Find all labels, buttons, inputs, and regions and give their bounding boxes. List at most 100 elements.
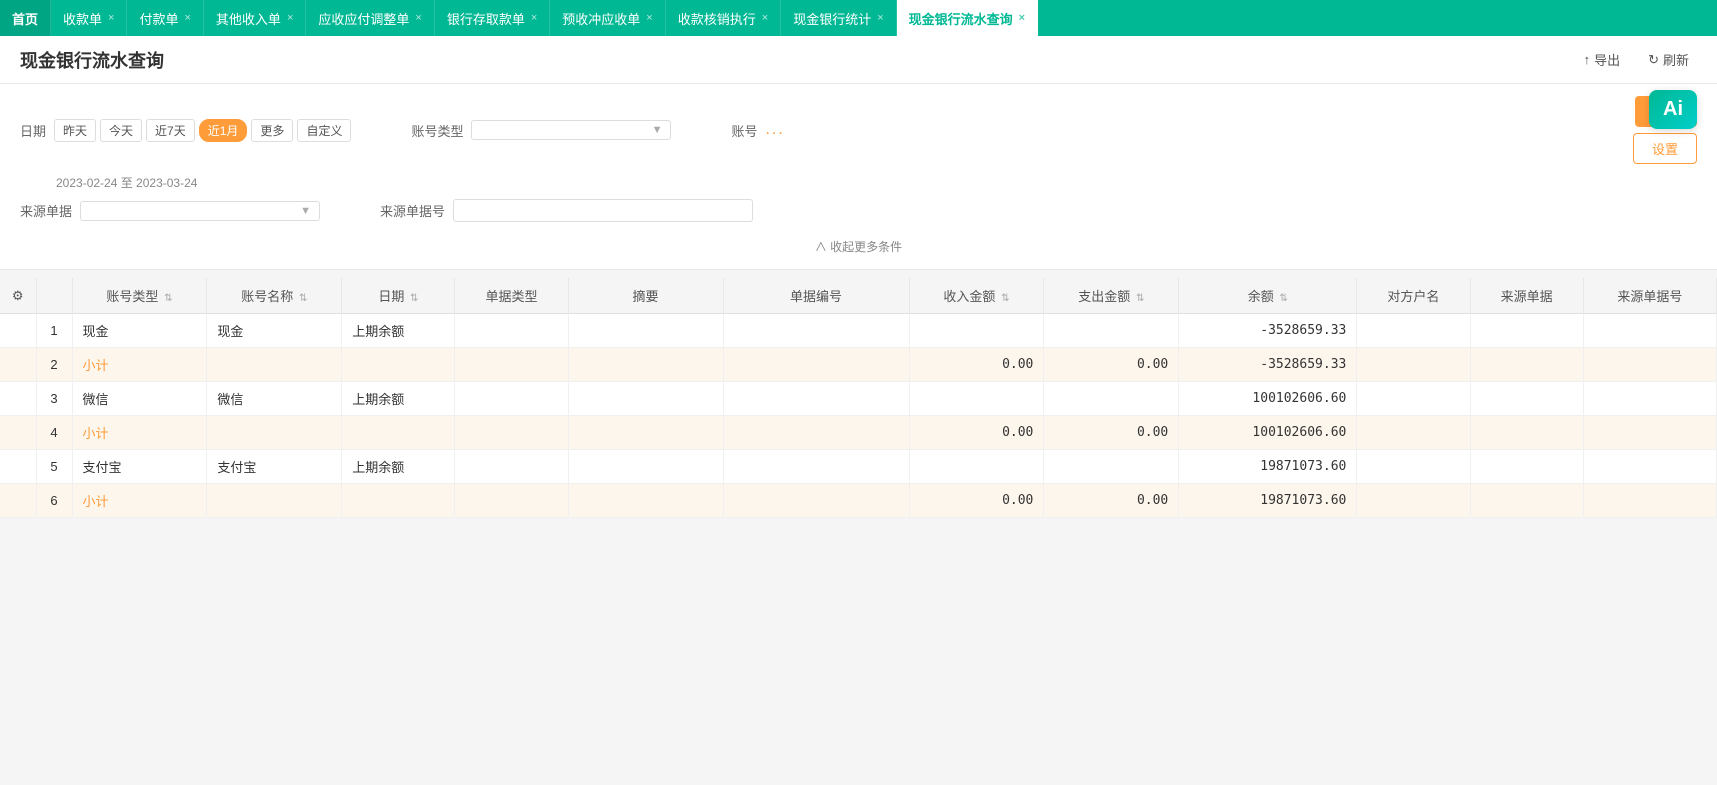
date-btn-today[interactable]: 今天 [100,119,142,142]
cell-account-type: 微信 [72,382,207,416]
nav-bank-deposit-label: 银行存取款单 [447,9,525,28]
nav-cash-stat-close[interactable]: × [877,12,883,24]
date-filter-group: 日期 昨天 今天 近7天 近1月 更多 自定义 [20,119,351,142]
col-gear[interactable]: ⚙ [0,278,36,314]
nav-cash-flow[interactable]: 现金银行流水查询 × [897,0,1038,36]
nav-payment-close[interactable]: × [184,12,190,24]
date-btn-yesterday[interactable]: 昨天 [54,119,96,142]
cell-doc-no [723,416,909,450]
date-btn-custom[interactable]: 自定义 [297,119,351,142]
source-doc-no-input[interactable] [453,199,753,222]
nav-ar-adjust-close[interactable]: × [415,12,421,24]
account-type-select[interactable]: ▼ [471,120,671,140]
col-income[interactable]: 收入金额 ⇅ [909,278,1044,314]
ai-badge[interactable]: Ai [1649,90,1697,129]
table-header-row: ⚙ 账号类型 ⇅ 账号名称 ⇅ 日期 ⇅ 单据类型 [0,278,1717,314]
table-row[interactable]: 5支付宝支付宝上期余额19871073.60 [0,450,1717,484]
nav-home[interactable]: 首页 [0,0,51,36]
col-account-type[interactable]: 账号类型 ⇅ [72,278,207,314]
cell-index: 5 [36,450,72,484]
cell-gear [0,450,36,484]
table-row[interactable]: 3微信微信上期余额100102606.60 [0,382,1717,416]
cell-doc-type [455,348,568,382]
nav-bank-deposit-close[interactable]: × [531,12,537,24]
nav-bank-deposit[interactable]: 银行存取款单 × [435,0,550,36]
dots-button[interactable]: ... [765,121,784,139]
cell-doc-no [723,450,909,484]
nav-other-income-close[interactable]: × [287,12,293,24]
settings-button[interactable]: 设置 [1633,133,1697,164]
table-row[interactable]: 1现金现金上期余额-3528659.33 [0,314,1717,348]
cell-doc-type [455,416,568,450]
cell-date [342,416,455,450]
date-btn-1month[interactable]: 近1月 [199,119,248,142]
nav-prepay[interactable]: 预收冲应收单 × [550,0,665,36]
cell-account-name: 现金 [207,314,342,348]
page-header: 现金银行流水查询 ↑ 导出 ↻ 刷新 [0,36,1717,84]
cell-expense: 0.00 [1044,348,1179,382]
cell-source-doc [1470,484,1583,518]
nav-cash-flow-close[interactable]: × [1019,12,1025,24]
table-row[interactable]: 2小计0.000.00-3528659.33 [0,348,1717,382]
refresh-button[interactable]: ↻ 刷新 [1640,46,1697,73]
ai-label: Ai [1663,98,1683,120]
nav-payment[interactable]: 付款单 × [127,0,203,36]
date-range-text: 2023-02-24 至 2023-03-24 [56,176,197,190]
cell-account-type: 现金 [72,314,207,348]
cell-doc-type [455,382,568,416]
nav-write-off-label: 收款核销执行 [678,9,756,28]
date-shortcuts: 昨天 今天 近7天 近1月 更多 自定义 [54,119,351,142]
cell-expense [1044,382,1179,416]
export-icon: ↑ [1584,52,1591,67]
cell-income: 0.00 [909,348,1044,382]
nav-receipt-label: 收款单 [63,9,102,28]
date-range-display: 2023-02-24 至 2023-03-24 [52,174,1697,191]
cell-doc-type [455,450,568,484]
chevron-down-icon: ▼ [652,124,663,136]
nav-ar-adjust-label: 应收应付调整单 [318,9,409,28]
cell-index: 2 [36,348,72,382]
nav-write-off-close[interactable]: × [762,12,768,24]
cell-gear [0,484,36,518]
nav-prepay-close[interactable]: × [646,12,652,24]
cell-index: 3 [36,382,72,416]
cell-account-name [207,484,342,518]
cell-source-doc [1470,314,1583,348]
account-type-label: 账号类型 [411,121,463,140]
col-account-name[interactable]: 账号名称 ⇅ [207,278,342,314]
cell-source-doc-no [1583,416,1716,450]
date-label: 日期 [20,121,46,140]
cell-index: 6 [36,484,72,518]
nav-receipt[interactable]: 收款单 × [51,0,127,36]
nav-write-off[interactable]: 收款核销执行 × [666,0,781,36]
cell-account-type: 小计 [72,348,207,382]
nav-ar-adjust[interactable]: 应收应付调整单 × [306,0,434,36]
export-button[interactable]: ↑ 导出 [1576,46,1629,73]
cell-balance: 19871073.60 [1179,484,1357,518]
col-expense[interactable]: 支出金额 ⇅ [1044,278,1179,314]
col-balance[interactable]: 余额 ⇅ [1179,278,1357,314]
refresh-icon: ↻ [1648,52,1659,68]
cell-income [909,382,1044,416]
nav-other-income[interactable]: 其他收入单 × [204,0,306,36]
cell-expense: 0.00 [1044,416,1179,450]
nav-cash-stat[interactable]: 现金银行统计 × [781,0,896,36]
cell-date: 上期余额 [342,450,455,484]
cell-expense: 0.00 [1044,484,1179,518]
table-row[interactable]: 6小计0.000.0019871073.60 [0,484,1717,518]
nav-cash-stat-label: 现金银行统计 [793,9,871,28]
nav-payment-label: 付款单 [139,9,178,28]
cell-date [342,348,455,382]
source-doc-select[interactable]: ▼ [80,201,320,221]
col-summary: 摘要 [568,278,723,314]
collapse-bar[interactable]: ∧ 收起更多条件 [20,232,1697,257]
main-table: ⚙ 账号类型 ⇅ 账号名称 ⇅ 日期 ⇅ 单据类型 [0,278,1717,518]
table-row[interactable]: 4小计0.000.00100102606.60 [0,416,1717,450]
col-date[interactable]: 日期 ⇅ [342,278,455,314]
nav-receipt-close[interactable]: × [108,12,114,24]
cell-income [909,450,1044,484]
cell-account-name [207,416,342,450]
date-btn-7days[interactable]: 近7天 [146,119,195,142]
col-source-doc: 来源单据 [1470,278,1583,314]
date-btn-more[interactable]: 更多 [251,119,293,142]
